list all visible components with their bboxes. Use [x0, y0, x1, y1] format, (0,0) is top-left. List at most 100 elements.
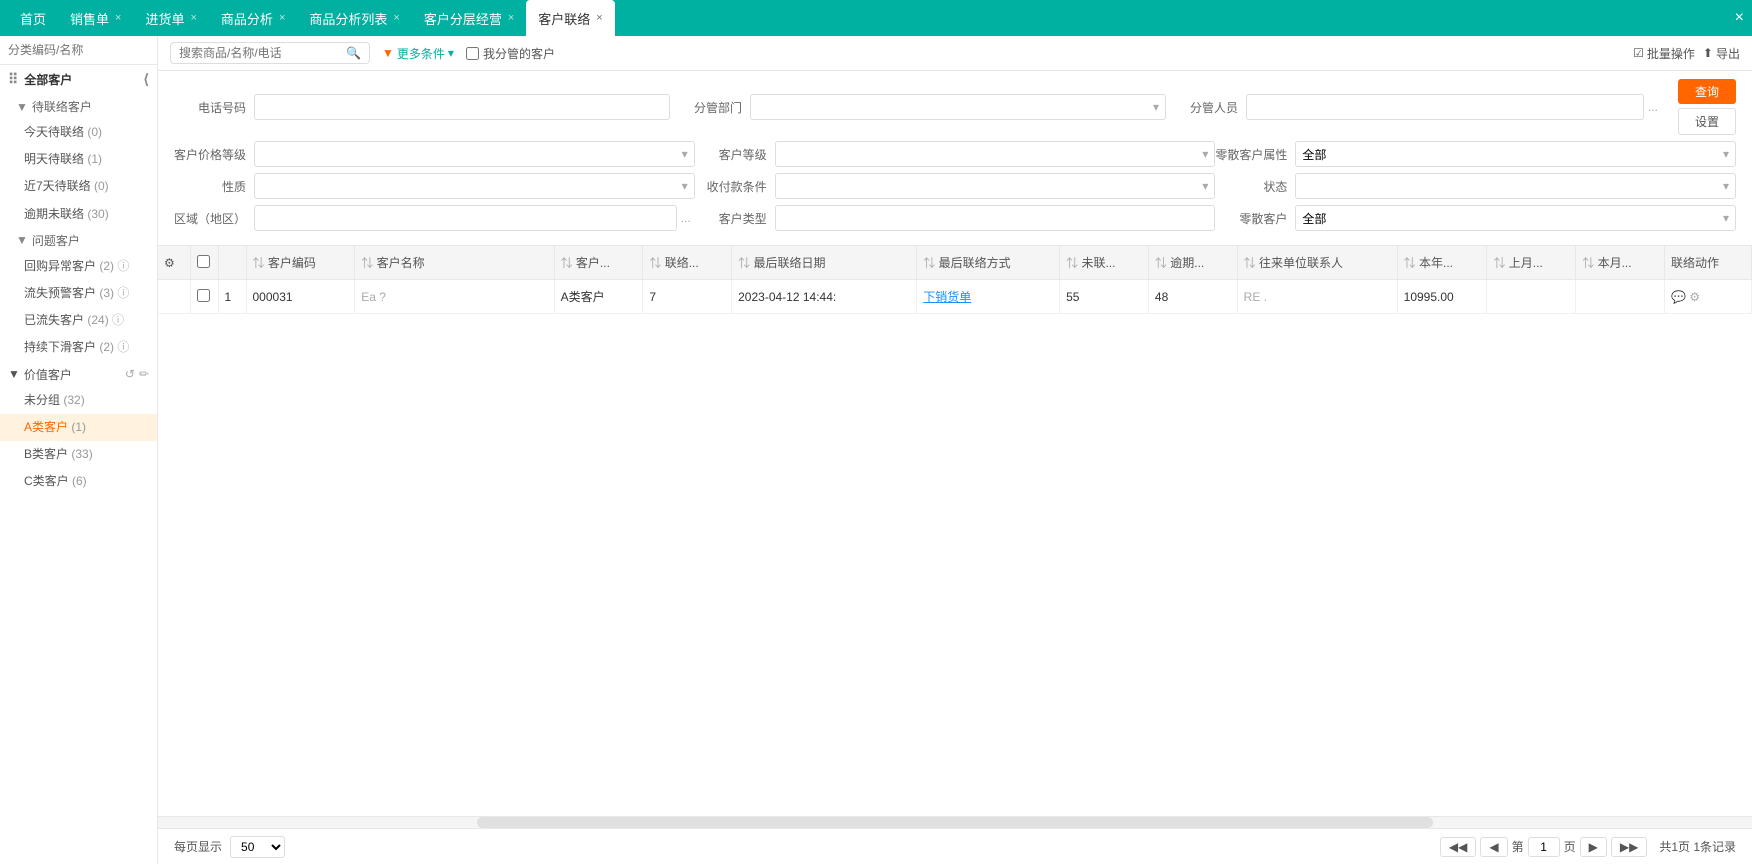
problem-item-3[interactable]: 持续下滑客户 (2) ⓘ	[0, 334, 157, 361]
filter-select-0-1[interactable]: ▾	[750, 94, 1166, 120]
row-last-method[interactable]: 下销货单	[917, 280, 1060, 314]
close-tab-icon-sales[interactable]: ×	[115, 12, 121, 24]
filter-select-1-2[interactable]: 全部▾	[1295, 141, 1736, 167]
table-container[interactable]: ⚙ ⇅ 客户编码 ⇅ 客户名称 ⇅ 客户... ⇅ 联络... ⇅ 最后联络日期…	[158, 246, 1752, 816]
pending-count-0: (0)	[87, 125, 102, 139]
col-this-month: ⇅ 本月...	[1576, 246, 1665, 280]
scroll-track[interactable]	[477, 817, 1433, 828]
nav-tab-goods-analysis[interactable]: 商品分析×	[209, 0, 297, 36]
filter-icon: ▼	[382, 46, 394, 60]
collapse-icon[interactable]: ⟨	[144, 71, 149, 88]
page-input[interactable]	[1528, 837, 1560, 857]
filter-cell-2-2: 状态▾	[1215, 173, 1736, 199]
close-tab-icon-goods-analysis[interactable]: ×	[279, 12, 285, 24]
info-icon-1: ⓘ	[117, 286, 129, 300]
pending-item-0[interactable]: 今天待联络 (0)	[0, 119, 157, 146]
close-tab-icon-goods-analysis-list[interactable]: ×	[393, 12, 399, 24]
value-group-title[interactable]: ▼价值客户↺✏	[0, 362, 157, 387]
last-page-btn[interactable]: ▶▶	[1611, 837, 1647, 857]
sort-icon-contact: ⇅	[649, 256, 661, 270]
nav-tab-customer-layer[interactable]: 客户分层经营×	[412, 0, 526, 36]
pending-group-title[interactable]: ▼待联络客户	[0, 94, 157, 119]
nav-tab-purchase[interactable]: 进货单×	[133, 0, 208, 36]
filter-input-3-1[interactable]	[775, 205, 1216, 231]
page-size-select[interactable]: 50 100 200	[230, 836, 285, 858]
all-customers-title[interactable]: ⠿ 全部客户 ⟨	[0, 65, 157, 94]
select-all-checkbox[interactable]	[197, 255, 210, 268]
filter-search-icon[interactable]: 🔍	[346, 46, 361, 60]
nav-tab-customer-contact[interactable]: 客户联络×	[526, 0, 614, 36]
info-icon-0: ⓘ	[117, 259, 129, 273]
col-last-date: ⇅ 最后联络日期	[732, 246, 917, 280]
problem-item-1[interactable]: 流失预警客户 (3) ⓘ	[0, 280, 157, 307]
batch-op-btn[interactable]: ☑ 批量操作	[1633, 45, 1695, 62]
filter-input-dots-3-0[interactable]	[254, 205, 677, 231]
filter-select-2-1[interactable]: ▾	[775, 173, 1216, 199]
query-btn[interactable]: 查询	[1678, 79, 1736, 104]
col-last-method: ⇅ 最后联络方式	[917, 246, 1060, 280]
last-method-link[interactable]: 下销货单	[923, 290, 971, 304]
col-checkbox[interactable]	[190, 246, 218, 280]
filter-cell-0-0: 电话号码	[174, 94, 670, 120]
filter-label-2-2: 状态	[1215, 178, 1295, 195]
filter-row-1: 客户价格等级▾客户等级▾零散客户属性全部▾	[174, 141, 1736, 167]
next-page-btn[interactable]: ▶	[1580, 837, 1607, 857]
setting-btn[interactable]: 设置	[1678, 108, 1736, 135]
value-item-3[interactable]: C类客户 (6)	[0, 468, 157, 495]
caret-icon-2-1: ▾	[1202, 179, 1208, 193]
pending-item-3[interactable]: 逾期未联络 (30)	[0, 201, 157, 228]
nav-tab-goods-analysis-list[interactable]: 商品分析列表×	[297, 0, 411, 36]
problem-group-title[interactable]: ▼问题客户	[0, 228, 157, 253]
row-last-month	[1487, 280, 1576, 314]
first-page-btn[interactable]: ◀◀	[1440, 837, 1476, 857]
filter-select-3-2[interactable]: 全部▾	[1295, 205, 1736, 231]
close-all-btn[interactable]: ×	[1735, 9, 1744, 27]
refresh-icon[interactable]: ↺	[125, 367, 135, 381]
filter-label-0-0: 电话号码	[174, 99, 254, 116]
col-last-month: ⇅ 上月...	[1487, 246, 1576, 280]
filter-search-input[interactable]	[179, 46, 346, 60]
nav-tab-sales[interactable]: 销售单×	[58, 0, 133, 36]
filter-cell-1-2: 零散客户属性全部▾	[1215, 141, 1736, 167]
nav-tab-home[interactable]: 首页	[8, 0, 58, 36]
col-settings[interactable]: ⚙	[158, 246, 190, 280]
close-tab-icon-purchase[interactable]: ×	[190, 12, 196, 24]
contact-action-icons[interactable]: 💬 ⚙	[1671, 290, 1700, 304]
value-item-0[interactable]: 未分组 (32)	[0, 387, 157, 414]
total-info: 共1页 1条记录	[1659, 838, 1736, 855]
edit-icon[interactable]: ✏	[139, 367, 149, 381]
filter-input-0-0[interactable]	[254, 94, 670, 120]
export-btn[interactable]: ⬆ 导出	[1703, 45, 1740, 62]
sidebar-search-input[interactable]	[8, 43, 158, 57]
filter-input-dots-0-2[interactable]	[1246, 94, 1644, 120]
pending-item-2[interactable]: 近7天待联络 (0)	[0, 173, 157, 200]
sort-icon-level: ⇅	[561, 256, 573, 270]
horizontal-scrollbar[interactable]	[158, 816, 1752, 828]
content-area: 🔍 ▼ 更多条件 ▾ 我分管的客户 ☑ 批量操作 ⬆ 导出	[158, 36, 1752, 864]
problem-item-0[interactable]: 回购异常客户 (2) ⓘ	[0, 253, 157, 280]
filter-select-2-2[interactable]: ▾	[1295, 173, 1736, 199]
filter-select-1-0[interactable]: ▾	[254, 141, 695, 167]
prev-page-btn[interactable]: ◀	[1480, 837, 1507, 857]
all-customers-label: 全部客户	[24, 71, 72, 88]
filter-dots-btn-3-0[interactable]: ...	[677, 211, 695, 225]
problem-item-2[interactable]: 已流失客户 (24) ⓘ	[0, 307, 157, 334]
col-contact: ⇅ 联络...	[643, 246, 732, 280]
value-item-2[interactable]: B类客户 (33)	[0, 441, 157, 468]
filter-label-3-2: 零散客户	[1215, 210, 1295, 227]
settings-gear-icon[interactable]: ⚙	[164, 256, 175, 270]
value-item-1[interactable]: A类客户 (1)	[0, 414, 157, 441]
filter-more-btn[interactable]: ▼ 更多条件 ▾	[382, 45, 454, 62]
row-checkbox[interactable]	[190, 280, 218, 314]
filter-dots-btn-0-2[interactable]: ...	[1644, 100, 1662, 114]
filter-select-2-0[interactable]: ▾	[254, 173, 695, 199]
filter-select-1-1[interactable]: ▾	[775, 141, 1216, 167]
info-icon-3: ⓘ	[117, 340, 129, 354]
my-customers-checkbox[interactable]	[466, 47, 479, 60]
export-icon: ⬆	[1703, 46, 1713, 60]
row-checkbox-input[interactable]	[197, 289, 210, 302]
close-tab-icon-customer-contact[interactable]: ×	[596, 12, 602, 24]
close-tab-icon-customer-layer[interactable]: ×	[508, 12, 514, 24]
pending-item-1[interactable]: 明天待联络 (1)	[0, 146, 157, 173]
row-action[interactable]: 💬 ⚙	[1665, 280, 1752, 314]
